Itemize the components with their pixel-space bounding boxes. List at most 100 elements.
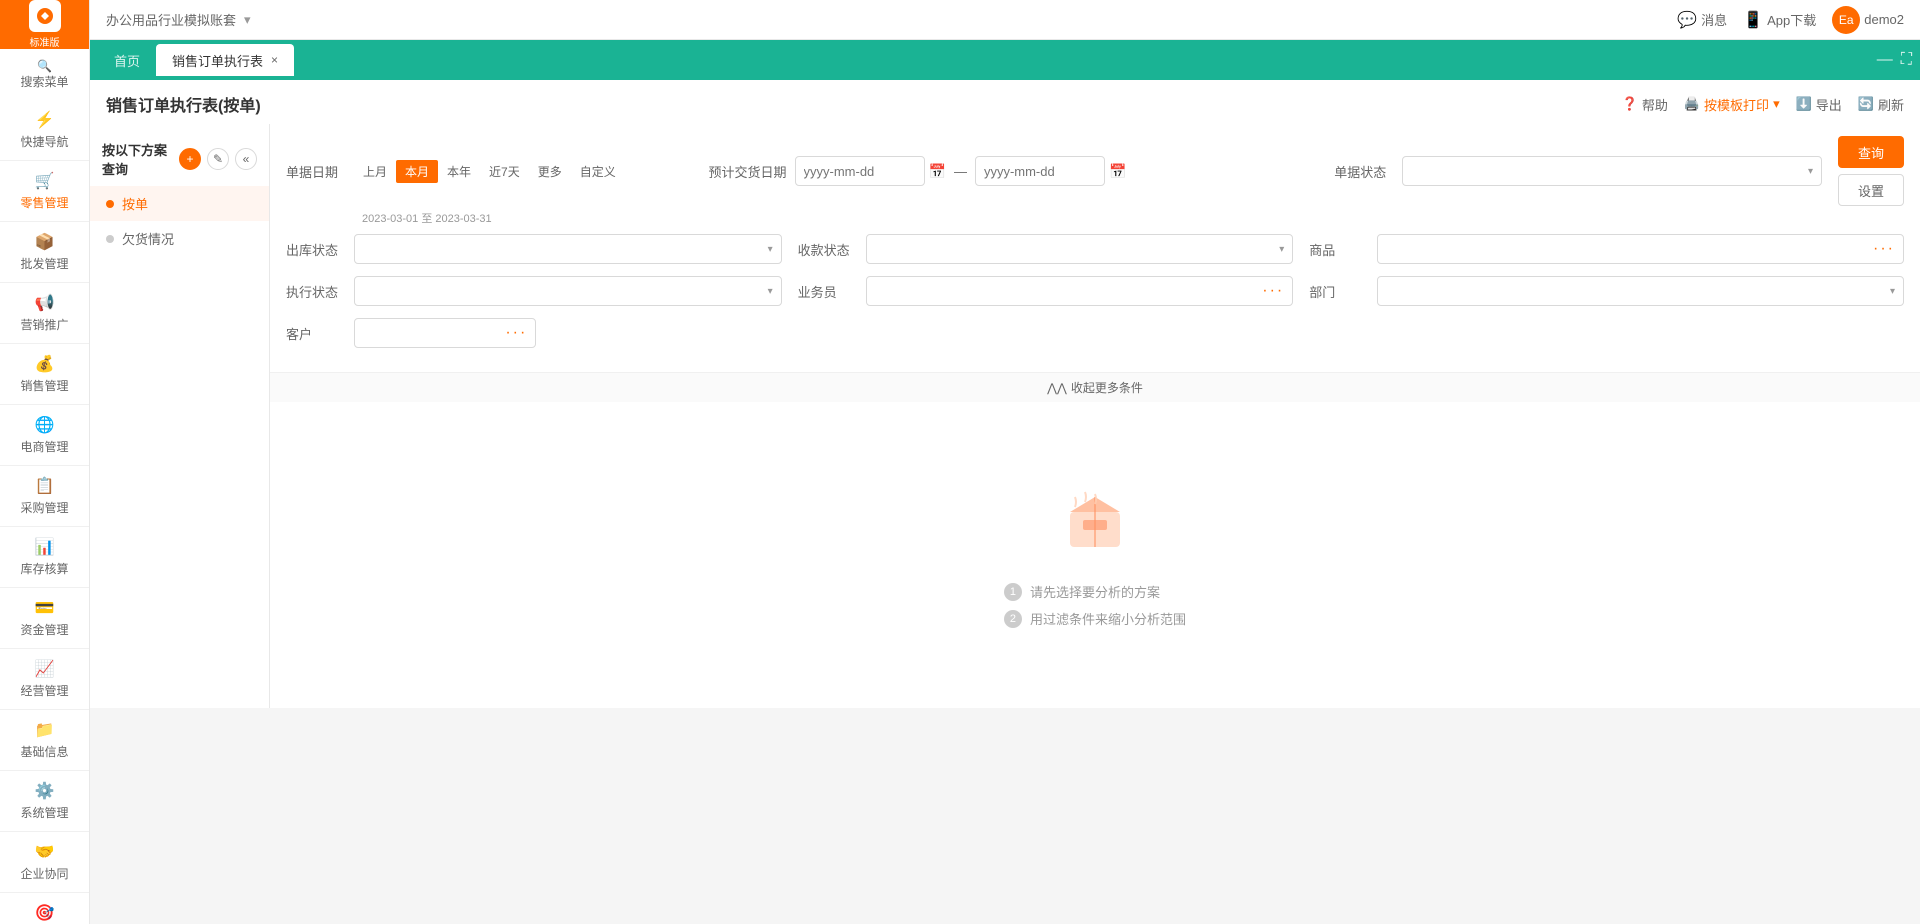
tab-close-icon[interactable]: ×: [271, 54, 278, 66]
app-download-button[interactable]: 📱 App下载: [1743, 10, 1816, 30]
tab-collapse-icon[interactable]: —: [1877, 51, 1893, 69]
doc-status-select[interactable]: ▾: [1402, 156, 1822, 186]
finance-icon: 💳: [35, 598, 55, 618]
exec-status-label: 执行状态: [286, 282, 346, 301]
delivery-status-select[interactable]: ▾: [354, 234, 782, 264]
user-menu[interactable]: Ea demo2: [1832, 6, 1904, 34]
filter-form: 单据日期 上月 本月 本年 近7天 更多 自定义: [270, 124, 1920, 372]
date-tab-7days[interactable]: 近7天: [480, 160, 529, 183]
sidebar-item-label: 企业协同: [20, 865, 68, 882]
product-group: 商品 ···: [1309, 234, 1904, 264]
receipt-status-label: 收款状态: [798, 240, 858, 259]
scheme-item-label: 按单: [122, 194, 148, 213]
sidebar-item-search[interactable]: 🔍 搜索菜单: [0, 49, 90, 100]
refresh-button[interactable]: 🔄 刷新: [1858, 95, 1904, 114]
marketing-icon: 📢: [35, 293, 55, 313]
add-scheme-button[interactable]: +: [179, 148, 201, 170]
sidebar-item-marketing[interactable]: 📢 营销推广: [0, 283, 90, 344]
scheme-panel-title: 按以下方案查询: [102, 140, 179, 178]
sidebar-item-basic[interactable]: 📁 基础信息: [0, 710, 90, 771]
sidebar-item-inventory[interactable]: 📊 库存核算: [0, 527, 90, 588]
help-label: 帮助: [1642, 95, 1668, 114]
sidebar-item-purchase[interactable]: 📋 采购管理: [0, 466, 90, 527]
delivery-status-label: 出库状态: [286, 240, 346, 259]
username: demo2: [1864, 12, 1904, 27]
calendar-from-icon[interactable]: 📅: [929, 163, 946, 180]
sidebar-item-label: 零售管理: [20, 194, 68, 211]
dept-arrow-icon: ▾: [1890, 286, 1895, 297]
print-icon: 🖨️: [1684, 96, 1700, 112]
active-dot-icon: [106, 200, 114, 208]
print-button[interactable]: 🖨️ 按模板打印 ▾: [1684, 95, 1780, 114]
edit-scheme-button[interactable]: ✎: [207, 148, 229, 170]
avatar: Ea: [1832, 6, 1860, 34]
query-button[interactable]: 查询: [1838, 136, 1904, 168]
date-tab-custom[interactable]: 自定义: [571, 160, 625, 183]
inventory-icon: 📊: [35, 537, 55, 557]
scheme-item-by-order[interactable]: 按单: [90, 186, 269, 221]
salesperson-dots-icon[interactable]: ···: [1262, 282, 1284, 300]
tab-home[interactable]: 首页: [98, 44, 156, 76]
dept-select[interactable]: ▾: [1377, 276, 1904, 306]
receipt-status-select[interactable]: ▾: [866, 234, 1294, 264]
tab-expand-icon[interactable]: ⛶: [1901, 51, 1912, 69]
app-download-label: App下载: [1767, 10, 1816, 29]
calendar-to-icon[interactable]: 📅: [1109, 163, 1126, 180]
sidebar-item-finance[interactable]: 💳 资金管理: [0, 588, 90, 649]
settings-button[interactable]: 设置: [1838, 174, 1904, 206]
scheme-item-shortage[interactable]: 欠货情况: [90, 221, 269, 256]
breadcrumb-arrow-icon[interactable]: ▾: [244, 12, 251, 28]
sidebar-item-label: 批发管理: [20, 255, 68, 272]
newbie-icon: 🎯: [35, 903, 55, 923]
corp-icon: 🤝: [35, 842, 55, 862]
date-tab-last-month[interactable]: 上月: [354, 160, 396, 183]
sidebar-item-sales[interactable]: 💰 销售管理: [0, 344, 90, 405]
filter-row-3: 执行状态 ▾ 业务员 ···: [286, 276, 1904, 306]
sidebar-item-retail[interactable]: 🛒 零售管理: [0, 161, 90, 222]
date-to-input[interactable]: [975, 156, 1105, 186]
message-icon: 💬: [1677, 10, 1697, 30]
exec-arrow-icon: ▾: [768, 286, 773, 297]
content-area: 按以下方案查询 + ✎ « 按单 欠货情况: [90, 124, 1920, 708]
sidebar-item-label: 基础信息: [20, 743, 68, 760]
help-button[interactable]: ❓ 帮助: [1622, 95, 1668, 114]
page-header-actions: ❓ 帮助 🖨️ 按模板打印 ▾ ⬇️ 导出 🔄 刷新: [1622, 95, 1904, 114]
tab-active[interactable]: 销售订单执行表 ×: [156, 44, 294, 76]
date-tab-this-year[interactable]: 本年: [438, 160, 480, 183]
date-tab-more[interactable]: 更多: [529, 160, 571, 183]
sidebar-item-newbie[interactable]: 🎯 新手引导: [0, 893, 90, 924]
exec-status-group: 执行状态 ▾: [286, 276, 782, 306]
doc-status-label: 单据状态: [1334, 162, 1394, 181]
customer-dots-icon[interactable]: ···: [505, 324, 527, 342]
export-icon: ⬇️: [1796, 96, 1812, 112]
top-bar: 办公用品行业模拟账套 ▾ 💬 消息 📱 App下载 Ea demo2: [90, 0, 1920, 40]
product-dots-icon[interactable]: ···: [1873, 240, 1895, 258]
customer-select[interactable]: ···: [354, 318, 536, 348]
date-from-input[interactable]: [795, 156, 925, 186]
empty-svg: [1055, 482, 1135, 562]
sidebar-item-ecommerce[interactable]: 🌐 电商管理: [0, 405, 90, 466]
collapse-button[interactable]: ⋀⋀ 收起更多条件: [270, 372, 1920, 402]
date-tabs: 上月 本月 本年 近7天 更多 自定义: [354, 160, 625, 183]
basic-icon: 📁: [35, 720, 55, 740]
sidebar-item-wholesale[interactable]: 📦 批发管理: [0, 222, 90, 283]
sidebar-item-operation[interactable]: 📈 经营管理: [0, 649, 90, 710]
scheme-panel: 按以下方案查询 + ✎ « 按单 欠货情况: [90, 124, 270, 708]
download-icon: 📱: [1743, 10, 1763, 30]
message-button[interactable]: 💬 消息: [1677, 10, 1727, 30]
breadcrumb-text: 办公用品行业模拟账套: [106, 10, 236, 29]
expected-date-label: 预计交货日期: [708, 162, 786, 181]
logo-label: 标准版: [30, 34, 60, 49]
sidebar-item-corp[interactable]: 🤝 企业协同: [0, 832, 90, 893]
date-tab-this-month[interactable]: 本月: [396, 160, 438, 183]
tab-bar: 首页 销售订单执行表 × — ⛶: [90, 40, 1920, 80]
salesperson-select[interactable]: ···: [866, 276, 1294, 306]
sidebar-logo[interactable]: 标准版: [0, 0, 90, 49]
sidebar-item-system[interactable]: ⚙️ 系统管理: [0, 771, 90, 832]
product-select[interactable]: ···: [1377, 234, 1904, 264]
export-button[interactable]: ⬇️ 导出: [1796, 95, 1842, 114]
exec-status-select[interactable]: ▾: [354, 276, 782, 306]
sidebar-item-quick-nav[interactable]: ⚡ 快捷导航: [0, 100, 90, 161]
right-btn-group: 查询 设置: [1838, 136, 1904, 206]
collapse-scheme-button[interactable]: «: [235, 148, 257, 170]
